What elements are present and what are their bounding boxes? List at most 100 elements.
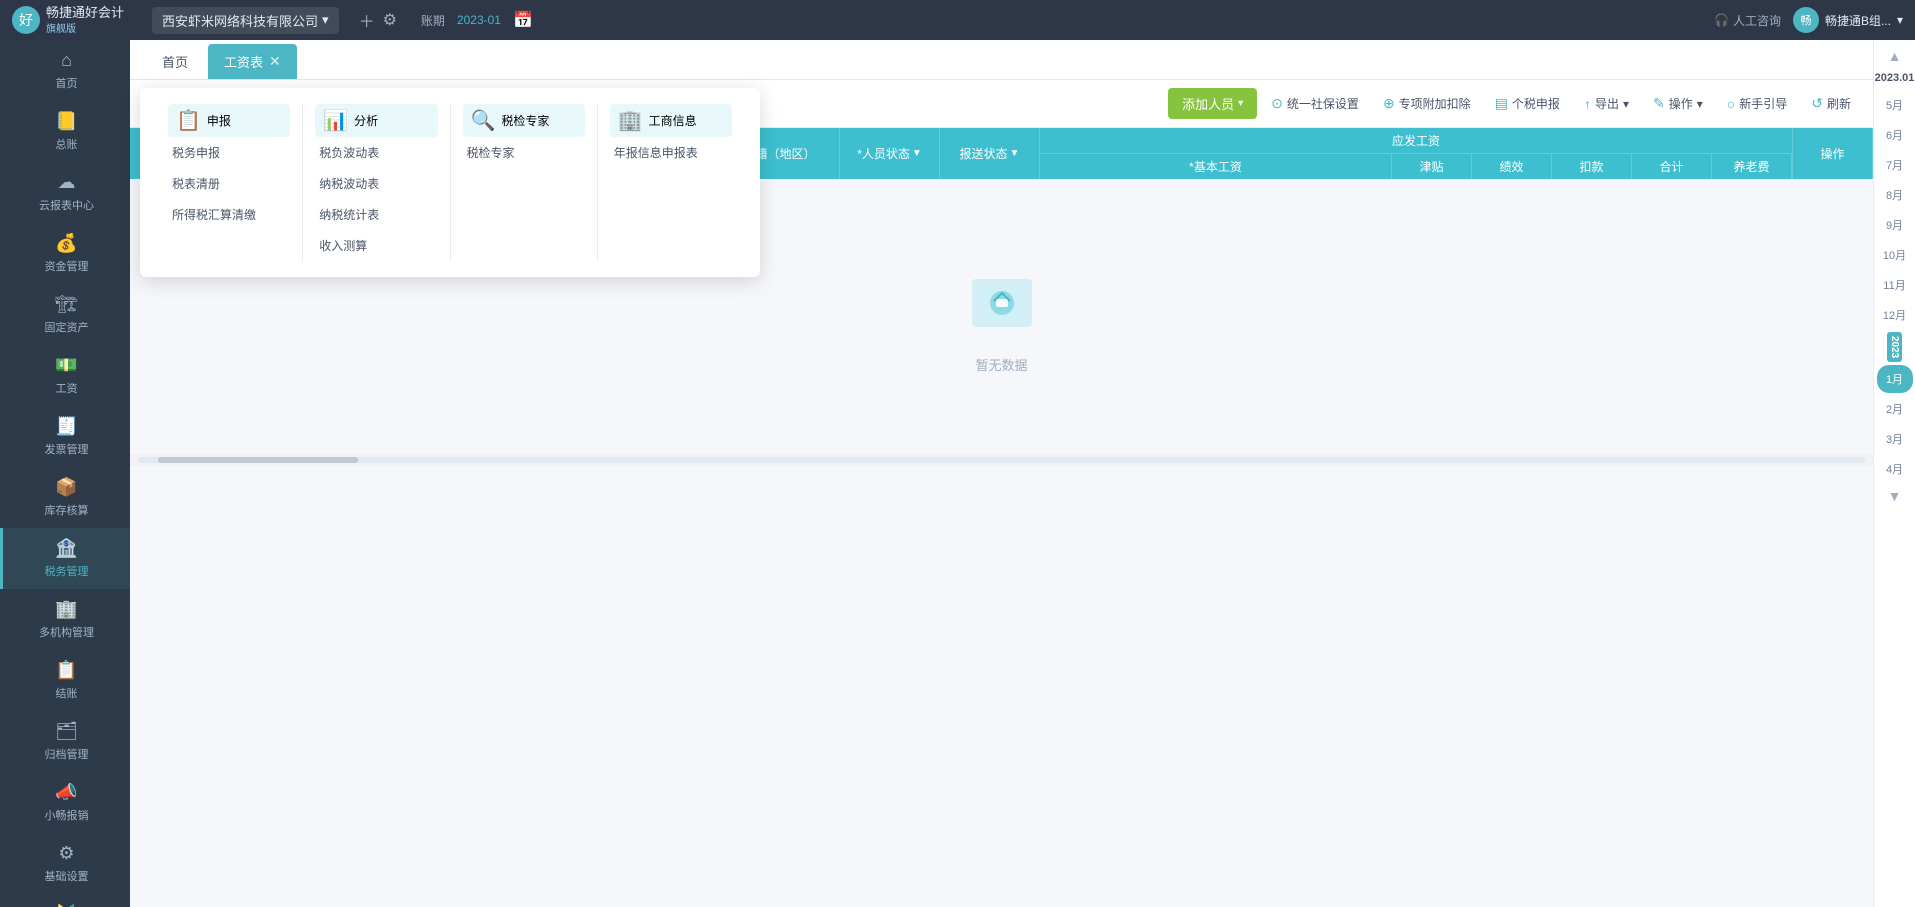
sidebar-item-fund[interactable]: 💰 资金管理 xyxy=(0,223,130,284)
sidebar-item-ledger[interactable]: 📒 总账 xyxy=(0,101,130,162)
export-arrow-icon: ▾ xyxy=(1623,97,1629,111)
sidebar-item-cloud-report[interactable]: ☁ 云报表中心 xyxy=(0,162,130,223)
prev-year-label: 2023.01 xyxy=(1873,68,1915,88)
add-person-button[interactable]: 添加人员 ▾ xyxy=(1168,88,1257,119)
sidebar-item-basic-settings[interactable]: ⚙ 基础设置 xyxy=(0,833,130,894)
sidebar-label-xiaochang: 小畅报销 xyxy=(45,807,89,823)
analysis-icon: 📊 xyxy=(323,108,348,133)
sidebar-item-multi-org[interactable]: 🏢 多机构管理 xyxy=(0,589,130,650)
month-6[interactable]: 6月 xyxy=(1877,121,1913,149)
tax-return-btn[interactable]: ▤ 个税申报 xyxy=(1489,91,1566,116)
horizontal-scrollbar[interactable] xyxy=(130,454,1873,466)
filter-send-icon[interactable]: ▼ xyxy=(1010,148,1020,159)
sidebar-label-invoice: 发票管理 xyxy=(45,441,89,457)
current-year-label[interactable]: 2023 xyxy=(1887,332,1902,362)
empty-text: 暂无数据 xyxy=(975,355,1027,374)
sidebar-item-xiaochang[interactable]: 📣 小畅报销 xyxy=(0,772,130,833)
th-pension: 养老费 xyxy=(1712,154,1792,179)
fixed-asset-icon: 🏗 xyxy=(55,294,78,315)
month-5[interactable]: 5月 xyxy=(1877,91,1913,119)
menu-item-tax-table-list[interactable]: 税表清册 xyxy=(168,168,290,199)
add-icon[interactable]: ＋ xyxy=(359,8,375,32)
service-button[interactable]: 🎧 人工咨询 xyxy=(1714,12,1781,29)
social-security-btn[interactable]: ⊙ 统一社保设置 xyxy=(1265,91,1365,116)
month-11[interactable]: 11月 xyxy=(1877,271,1913,299)
menu-item-tax-expert[interactable]: 税检专家 xyxy=(463,137,585,168)
analysis-section: 📊 分析 税负波动表 纳税波动表 纳税统计表 收入测算 xyxy=(303,104,450,261)
scroll-up-btn[interactable]: ▲ xyxy=(1884,44,1906,68)
home-icon: ⌂ xyxy=(61,50,72,71)
tab-home-label: 首页 xyxy=(162,55,188,70)
add-person-label: 添加人员 xyxy=(1182,94,1234,113)
sidebar-item-payroll[interactable]: 💵 工资 xyxy=(0,345,130,406)
month-10[interactable]: 10月 xyxy=(1877,241,1913,269)
scroll-down-btn[interactable]: ▼ xyxy=(1884,484,1906,508)
period-value: 2023-01 xyxy=(457,13,501,27)
sidebar-item-close[interactable]: 📋 结账 xyxy=(0,650,130,711)
analysis-header: 📊 分析 xyxy=(315,104,437,137)
settings-icon[interactable]: ⚙ xyxy=(383,10,397,30)
company-name: 西安虾米网络科技有限公司 xyxy=(162,11,318,30)
special-deduction-btn[interactable]: ⊕ 专项附加扣除 xyxy=(1377,91,1477,116)
tax-expert-title: 税检专家 xyxy=(501,112,549,129)
sidebar-label-fixed-asset: 固定资产 xyxy=(45,319,89,335)
tab-payroll[interactable]: 工资表 ✕ xyxy=(208,44,297,79)
menu-item-tax-payment-fluctuation[interactable]: 纳税波动表 xyxy=(315,168,437,199)
sidebar-item-newbie-guide[interactable]: 🔰 新手引导 xyxy=(0,894,130,907)
declaration-header: 📋 申报 xyxy=(168,104,290,137)
month-1-active[interactable]: 1月 xyxy=(1877,365,1913,393)
business-info-icon: 🏢 xyxy=(618,108,643,133)
tab-close-icon[interactable]: ✕ xyxy=(269,53,281,70)
operation-btn[interactable]: ✎ 操作 ▾ xyxy=(1647,91,1709,116)
top-bar-right: 🎧 人工咨询 畅 畅捷通B组... ▾ xyxy=(1714,7,1903,33)
sidebar-item-home[interactable]: ⌂ 首页 xyxy=(0,40,130,101)
month-3[interactable]: 3月 xyxy=(1877,425,1913,453)
toolbar-actions: ⊙ 统一社保设置 ⊕ 专项附加扣除 ▤ 个税申报 ↑ 导出 ▾ ✎ xyxy=(1265,91,1857,116)
th-operation: 操作 xyxy=(1793,128,1873,179)
month-2[interactable]: 2月 xyxy=(1877,395,1913,423)
month-12[interactable]: 12月 xyxy=(1877,301,1913,329)
guide-btn[interactable]: ○ 新手引导 xyxy=(1721,91,1793,116)
scrollbar-thumb[interactable] xyxy=(158,457,358,463)
sidebar-item-tax[interactable]: 🏦 税务管理 xyxy=(0,528,130,589)
social-security-icon: ⊙ xyxy=(1271,95,1283,112)
sidebar-item-invoice[interactable]: 🧾 发票管理 xyxy=(0,406,130,467)
month-4[interactable]: 4月 xyxy=(1877,455,1913,483)
th-status: *人员状态 ▼ xyxy=(840,128,940,179)
menu-item-income-tax-settlement[interactable]: 所得税汇算清缴 xyxy=(168,199,290,230)
user-area[interactable]: 畅 畅捷通B组... ▾ xyxy=(1793,7,1903,33)
company-selector[interactable]: 西安虾米网络科技有限公司 ▾ xyxy=(152,7,339,34)
filter-status-icon[interactable]: ▼ xyxy=(912,148,922,159)
sidebar-item-inventory[interactable]: 📦 库存核算 xyxy=(0,467,130,528)
tab-home[interactable]: 首页 xyxy=(146,44,204,79)
menu-item-tax-declaration[interactable]: 税务申报 xyxy=(168,137,290,168)
dropdown-arrow-icon: ▾ xyxy=(1238,98,1243,109)
app-subtitle: 旗舰版 xyxy=(46,20,124,35)
export-btn[interactable]: ↑ 导出 ▾ xyxy=(1578,91,1635,116)
menu-item-annual-report[interactable]: 年报信息申报表 xyxy=(610,137,732,168)
sidebar-item-fixed-asset[interactable]: 🏗 固定资产 xyxy=(0,284,130,345)
analysis-title: 分析 xyxy=(354,112,378,129)
sidebar-item-archive[interactable]: 🗂 归档管理 xyxy=(0,711,130,772)
menu-item-income-forecast[interactable]: 收入测算 xyxy=(315,230,437,261)
business-info-title: 工商信息 xyxy=(649,112,697,129)
declaration-icon: 📋 xyxy=(176,108,201,133)
menu-item-tax-burden-fluctuation[interactable]: 税负波动表 xyxy=(315,137,437,168)
month-9[interactable]: 9月 xyxy=(1877,211,1913,239)
xiaochang-icon: 📣 xyxy=(55,782,77,803)
sidebar-label-fund: 资金管理 xyxy=(45,258,89,274)
th-allowance: 津贴 xyxy=(1392,154,1472,179)
ledger-icon: 📒 xyxy=(55,111,77,132)
refresh-btn[interactable]: ↺ 刷新 xyxy=(1805,91,1857,116)
month-7[interactable]: 7月 xyxy=(1877,151,1913,179)
tax-expert-header: 🔍 税检专家 xyxy=(463,104,585,137)
logo-icon: 好 xyxy=(12,6,40,34)
menu-item-tax-statistics[interactable]: 纳税统计表 xyxy=(315,199,437,230)
operation-label: 操作 xyxy=(1669,95,1693,112)
tax-icon: 🏦 xyxy=(55,538,77,559)
tab-payroll-label: 工资表 xyxy=(224,52,263,71)
calendar-icon[interactable]: 📅 xyxy=(513,10,533,30)
settings-gear-icon: ⚙ xyxy=(58,843,74,864)
month-8[interactable]: 8月 xyxy=(1877,181,1913,209)
payroll-icon: 💵 xyxy=(55,355,77,376)
